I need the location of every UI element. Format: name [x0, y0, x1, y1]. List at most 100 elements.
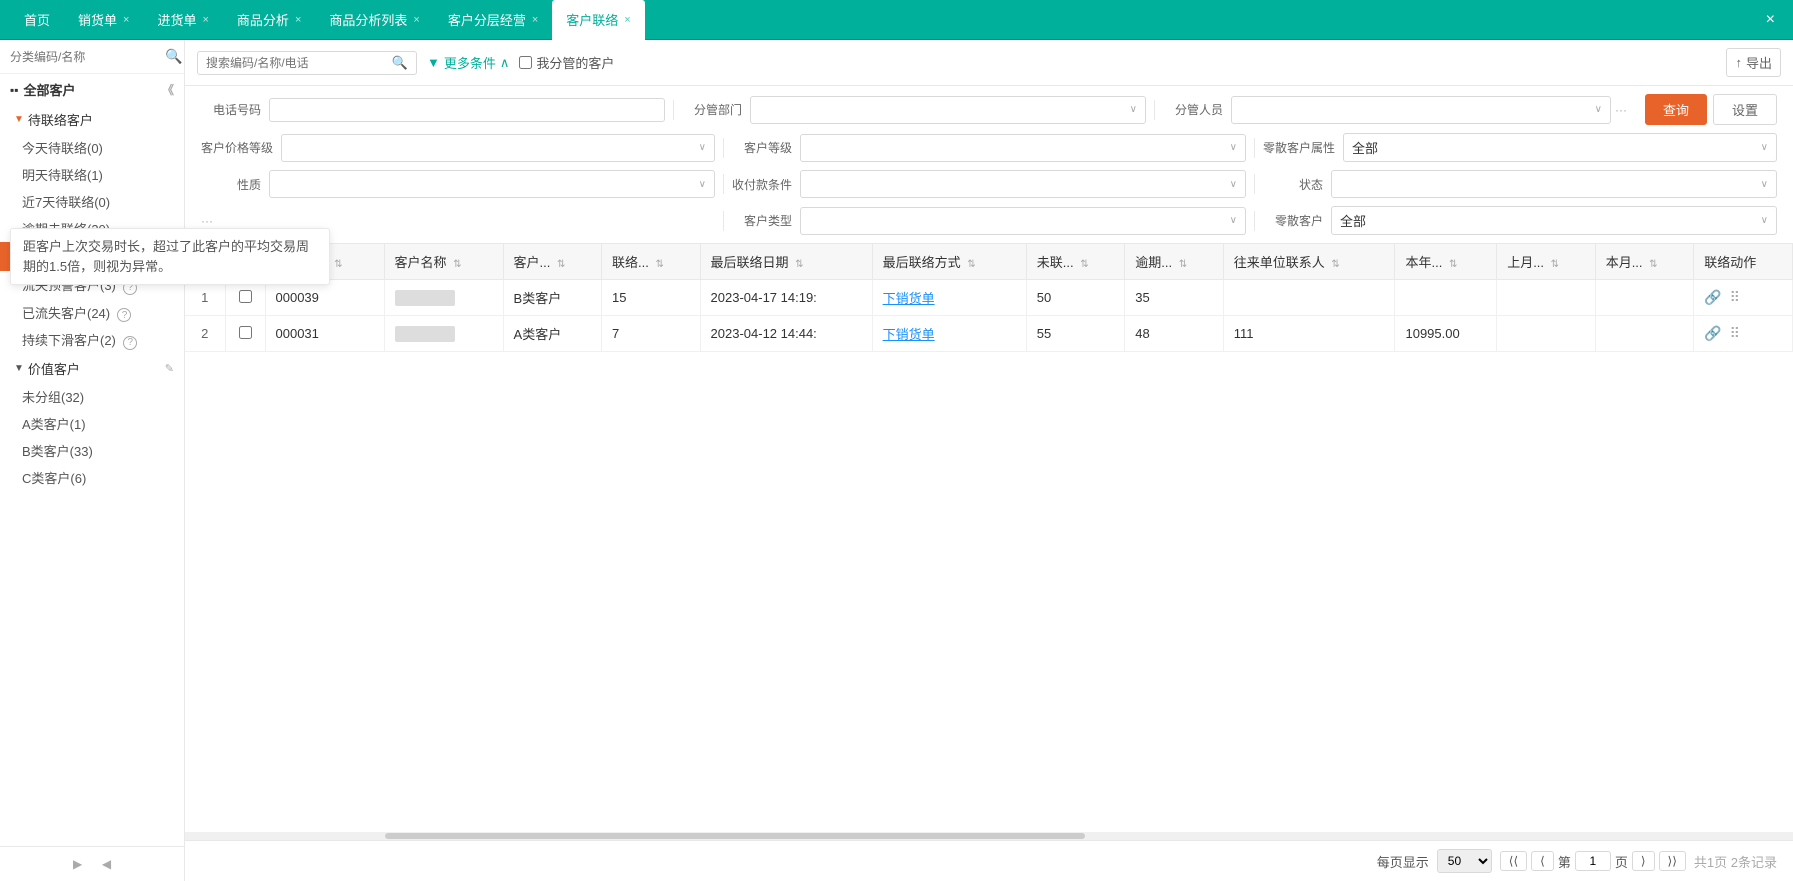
info-icon-lost-customers[interactable]: ? [117, 308, 131, 322]
col-last-date[interactable]: 最后联络日期 ⇅ [700, 244, 872, 280]
row-last-method-1[interactable]: 下销货单 [872, 280, 1026, 316]
info-icon-declining[interactable]: ? [123, 336, 137, 350]
my-customers-checkbox[interactable]: 我分管的客户 [519, 53, 614, 72]
search-icon[interactable]: 🔍 [392, 55, 408, 71]
sort-uncontact-icon: ⇅ [1080, 259, 1088, 270]
row-last-method-2[interactable]: 下销货单 [872, 316, 1026, 352]
sidebar-ungroup[interactable]: 未分组(32) [0, 383, 184, 410]
nav-product-analysis[interactable]: 商品分析 × [223, 0, 315, 40]
filter-row-4: ··· 客户类型 ∨ 零散客户 全部 ∨ [201, 206, 1777, 235]
sidebar-collapse-button[interactable]: 《 [162, 81, 174, 98]
more-icon-2[interactable]: ⠿ [1730, 325, 1740, 342]
col-this-month[interactable]: 本月... ⇅ [1595, 244, 1694, 280]
expand-sidebar-button[interactable]: ▶ [65, 853, 90, 875]
page-navigation: ⟨⟨ ⟨ 第 页 ⟩ ⟩⟩ [1500, 851, 1686, 871]
row-action-2: 🔗 ⠿ [1694, 316, 1793, 352]
row-last-date-2: 2023-04-12 14:44: [700, 316, 872, 352]
row-name-1 [384, 280, 503, 316]
row-code-2[interactable]: 000031 [265, 316, 384, 352]
price-grade-select[interactable]: ∨ [281, 134, 715, 162]
col-uncontacted[interactable]: 未联... ⇅ [1026, 244, 1125, 280]
sidebar-search-bar: 🔍 [0, 40, 184, 74]
close-purchase-tab[interactable]: × [202, 14, 208, 26]
sidebar-lost-customers[interactable]: 已流失客户(24) ? [0, 299, 184, 327]
close-customer-segmentation-tab[interactable]: × [532, 14, 538, 26]
col-overdue[interactable]: 逾期... ⇅ [1125, 244, 1224, 280]
manager-field: 分管人员 ∨ ··· [1163, 96, 1627, 124]
scroll-thumb[interactable] [385, 833, 1085, 839]
col-type[interactable]: 客户... ⇅ [503, 244, 602, 280]
col-name[interactable]: 客户名称 ⇅ [384, 244, 503, 280]
retail-attr-select[interactable]: 全部 ∨ [1343, 133, 1777, 162]
sidebar-waiting-contact-group[interactable]: ▼ 待联络客户 [0, 105, 184, 134]
nav-product-analysis-list[interactable]: 商品分析列表 × [315, 0, 433, 40]
link-icon-2[interactable]: 🔗 [1704, 325, 1721, 342]
row-action-1: 🔗 ⠿ [1694, 280, 1793, 316]
more-icon[interactable]: ··· [1615, 103, 1627, 117]
sidebar-b-customers[interactable]: B类客户(33) [0, 437, 184, 464]
nav-sales[interactable]: 销货单 × [64, 0, 143, 40]
row-checkbox-2[interactable] [225, 316, 265, 352]
close-customer-contact-tab[interactable]: × [624, 14, 630, 26]
chevron-down-icon10: ∨ [1761, 215, 1768, 226]
customer-type-select[interactable]: ∨ [800, 207, 1246, 235]
sidebar-tomorrow-contact[interactable]: 明天待联络(1) [0, 161, 184, 188]
nav-customer-contact[interactable]: 客户联络 × [552, 0, 644, 40]
export-button[interactable]: ↑ 导出 [1726, 48, 1781, 77]
status-select[interactable]: ∨ [1331, 170, 1777, 198]
col-last-month[interactable]: 上月... ⇅ [1497, 244, 1596, 280]
manager-select[interactable]: ∨ [1231, 96, 1611, 124]
sidebar-search-icon[interactable]: 🔍 [165, 48, 182, 65]
close-all-button[interactable]: × [1758, 11, 1783, 29]
nav-customer-segmentation[interactable]: 客户分层经营 × [434, 0, 552, 40]
my-customers-check[interactable] [519, 56, 532, 69]
row-last-month-2 [1497, 316, 1596, 352]
edit-icon[interactable]: ✎ [165, 362, 174, 375]
prev-page-button[interactable]: ⟨ [1531, 851, 1554, 871]
divider3 [723, 138, 724, 158]
sidebar-value-customers-header[interactable]: ▼ 价值客户 ✎ [0, 354, 184, 383]
horizontal-scrollbar[interactable] [185, 832, 1793, 840]
next-page-button[interactable]: ⟩ [1632, 851, 1655, 871]
col-this-year[interactable]: 本年... ⇅ [1395, 244, 1497, 280]
nav-purchase[interactable]: 进货单 × [143, 0, 222, 40]
retail-customer-select[interactable]: 全部 ∨ [1331, 206, 1777, 235]
col-contact-count[interactable]: 联络... ⇅ [602, 244, 701, 280]
chevron-down-icon9: ∨ [1230, 215, 1237, 226]
nature-select[interactable]: ∨ [269, 170, 715, 198]
collapse-sidebar-button[interactable]: ◀ [94, 853, 119, 875]
page-size-select[interactable]: 50 100 200 [1437, 849, 1492, 873]
more-icon-1[interactable]: ⠿ [1730, 289, 1740, 306]
col-contacts[interactable]: 往来单位联系人 ⇅ [1223, 244, 1395, 280]
last-page-button[interactable]: ⟩⟩ [1659, 851, 1686, 871]
nav-home[interactable]: 首页 [10, 0, 64, 40]
col-last-method[interactable]: 最后联络方式 ⇅ [872, 244, 1026, 280]
phone-input[interactable] [269, 98, 665, 122]
sidebar-declining-customers[interactable]: 持续下滑客户(2) ? [0, 326, 184, 354]
customer-grade-select[interactable]: ∨ [800, 134, 1246, 162]
close-sales-tab[interactable]: × [123, 14, 129, 26]
search-field: 🔍 [197, 51, 417, 75]
department-select[interactable]: ∨ [750, 96, 1146, 124]
sidebar-today-contact[interactable]: 今天待联络(0) [0, 134, 184, 161]
settings-button[interactable]: 设置 [1713, 94, 1777, 125]
row-overdue-1: 35 [1125, 280, 1224, 316]
search-input[interactable] [206, 56, 392, 70]
close-product-analysis-tab[interactable]: × [295, 14, 301, 26]
sidebar-7days-contact[interactable]: 近7天待联络(0) [0, 188, 184, 215]
data-table-area[interactable]: ⚙ 客户编码 ⇅ 客户名称 ⇅ 客户... [185, 244, 1793, 832]
current-page-input[interactable] [1575, 851, 1611, 871]
chevron-down-icon3: ∨ [699, 142, 706, 153]
close-product-analysis-list-tab[interactable]: × [413, 14, 419, 26]
sidebar-search-input[interactable] [10, 50, 165, 64]
sidebar-a-customers[interactable]: A类客户(1) [0, 410, 184, 437]
payment-select[interactable]: ∨ [800, 170, 1246, 198]
query-button[interactable]: 查询 [1645, 94, 1707, 125]
sidebar-c-customers[interactable]: C类客户(6) [0, 464, 184, 491]
more-conditions-button[interactable]: ▼ 更多条件 ∧ [427, 53, 509, 72]
more-filter-link[interactable]: ··· [201, 214, 213, 228]
first-page-button[interactable]: ⟨⟨ [1500, 851, 1527, 871]
link-icon-1[interactable]: 🔗 [1704, 289, 1721, 306]
divider4 [1254, 138, 1255, 158]
tooltip-box: 距客户上次交易时长，超过了此客户的平均交易周期的1.5倍，则视为异常。 [185, 228, 330, 285]
